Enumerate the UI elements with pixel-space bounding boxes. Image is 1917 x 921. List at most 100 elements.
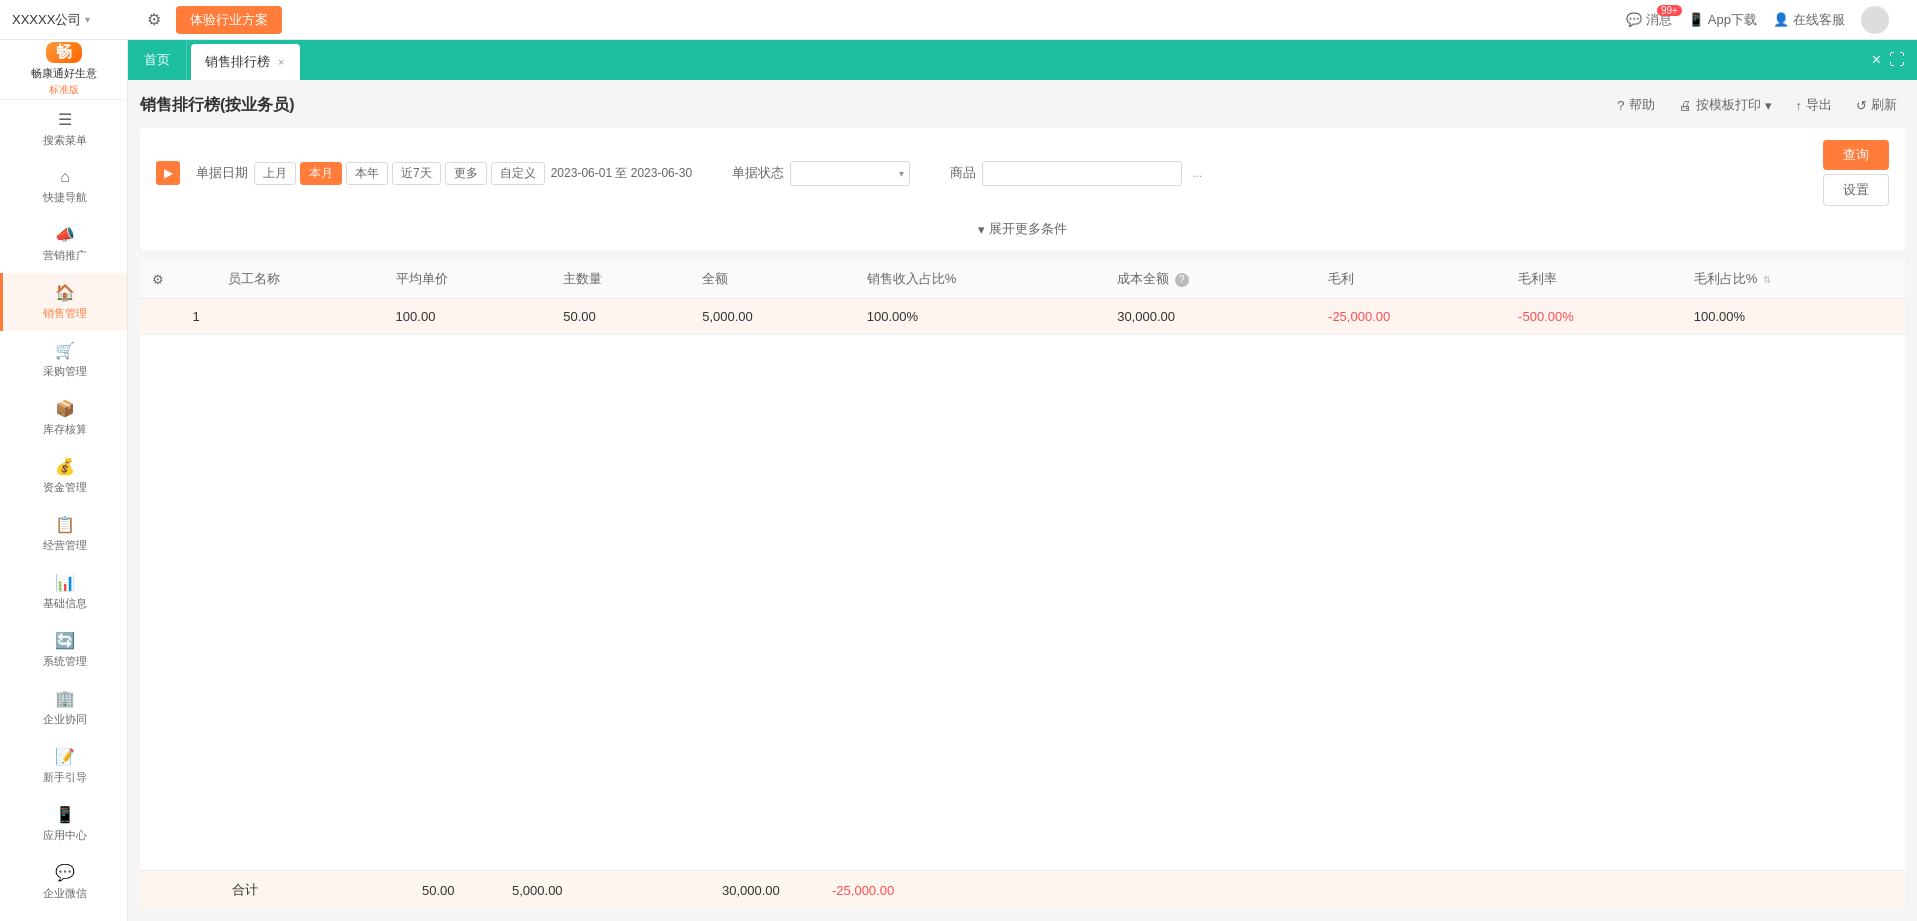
sidebar-item-guide[interactable]: 📝 新手引导 xyxy=(0,737,127,795)
sidebar-item-shortcuts[interactable]: ⌂ 快捷导航 xyxy=(0,158,127,215)
content-area: 首页 销售排行榜 × × ⛶ 销售排行榜(按业务员) ? 帮助 xyxy=(128,40,1917,921)
finance-icon: 💰 xyxy=(55,457,75,476)
enterprise-icon: 🏢 xyxy=(55,689,75,708)
message-button[interactable]: 💬 消息 99+ xyxy=(1626,11,1672,29)
date-label: 单据日期 xyxy=(196,164,248,182)
sidebar-item-member[interactable]: ◇ 畅会员 xyxy=(0,911,127,921)
row-gross-pct: 100.00% xyxy=(1682,299,1905,335)
data-table: ⚙ 员工名称 平均单价 主数量 全额 销售收入占比% 成本全额 ? xyxy=(140,260,1905,335)
status-filter: 单据状态 xyxy=(732,161,910,186)
marketing-icon: 📣 xyxy=(55,225,75,244)
tip-icon[interactable]: ? xyxy=(1175,273,1189,287)
sidebar-item-label: 新手引导 xyxy=(43,770,87,785)
table-empty-space xyxy=(140,335,1905,870)
sidebar-item-apps[interactable]: 📱 应用中心 xyxy=(0,795,127,853)
date-btn-last-month[interactable]: 上月 xyxy=(254,162,296,185)
tab-sales-ranking[interactable]: 销售排行榜 × xyxy=(191,44,300,80)
export-icon: ↑ xyxy=(1796,98,1803,113)
sidebar-item-label: 经营管理 xyxy=(43,538,87,553)
sales-icon: 🏠 xyxy=(55,283,75,302)
sidebar-item-operations[interactable]: 📋 经营管理 xyxy=(0,505,127,563)
date-btn-this-year[interactable]: 本年 xyxy=(346,162,388,185)
avatar[interactable] xyxy=(1861,6,1889,34)
expand-row: ▾ 展开更多条件 xyxy=(156,212,1889,238)
gear-icon[interactable]: ⚙ xyxy=(152,272,164,287)
column-settings-button[interactable]: 设置 xyxy=(1823,174,1889,206)
page-header: 销售排行榜(按业务员) ? 帮助 🖨 按模板打印 ▾ ↑ 导出 xyxy=(140,92,1905,118)
sidebar-item-finance[interactable]: 💰 资金管理 xyxy=(0,447,127,505)
col-gross: 毛利 xyxy=(1316,260,1506,299)
close-icon[interactable]: × xyxy=(276,54,286,70)
app-dl-label: App下载 xyxy=(1708,11,1757,29)
sidebar-item-sales[interactable]: 🏠 销售管理 xyxy=(0,273,127,331)
main-layout: 畅 畅康通好生意 标准版 ☰ 搜索菜单 ⌂ 快捷导航 📣 营销推广 🏠 销售管理… xyxy=(0,40,1917,921)
app-download-button[interactable]: 📱 App下载 xyxy=(1688,11,1757,29)
expand-more-button[interactable]: ▾ 展开更多条件 xyxy=(978,220,1067,238)
inventory-icon: 📦 xyxy=(55,399,75,418)
date-range: 2023-06-01 至 2023-06-30 xyxy=(551,165,692,182)
sidebar-item-base[interactable]: 📊 基础信息 xyxy=(0,563,127,621)
wechat-icon: 💬 xyxy=(55,863,75,882)
logo-text: 畅康通好生意 xyxy=(31,67,97,80)
top-bar-right: 💬 消息 99+ 📱 App下载 👤 在线客服 xyxy=(1626,6,1905,34)
row-settings xyxy=(140,299,176,335)
online-service-button[interactable]: 👤 在线客服 xyxy=(1773,11,1845,29)
date-btn-7days[interactable]: 近7天 xyxy=(392,162,441,185)
filter-toggle-button[interactable]: ▶ xyxy=(156,161,180,185)
col-quantity: 主数量 xyxy=(551,260,690,299)
logo-icon: 畅 xyxy=(46,42,82,63)
sidebar-item-label: 营销推广 xyxy=(43,248,87,263)
sidebar-item-label: 销售管理 xyxy=(43,306,87,321)
print-button[interactable]: 🖨 按模板打印 ▾ xyxy=(1671,92,1780,118)
query-button[interactable]: 查询 xyxy=(1823,140,1889,170)
sidebar-item-search[interactable]: ☰ 搜索菜单 xyxy=(0,100,127,158)
close-window-icon[interactable]: × xyxy=(1872,51,1881,69)
goods-filter: 商品 ... xyxy=(950,161,1206,186)
message-icon: 💬 xyxy=(1626,12,1642,27)
service-label: 在线客服 xyxy=(1793,11,1845,29)
col-gross-pct: 毛利占比% ⇅ xyxy=(1682,260,1905,299)
sidebar-item-wechat[interactable]: 💬 企业微信 xyxy=(0,853,127,911)
tab-bar: 首页 销售排行榜 × × ⛶ xyxy=(128,40,1917,80)
settings-icon[interactable]: ⚙ xyxy=(140,6,168,34)
row-gross: -25,000.00 xyxy=(1316,299,1506,335)
col-settings: ⚙ xyxy=(140,260,176,299)
tab-home[interactable]: 首页 xyxy=(128,40,187,80)
sidebar-item-enterprise[interactable]: 🏢 企业协同 xyxy=(0,679,127,737)
row-cost: 30,000.00 xyxy=(1105,299,1316,335)
trial-button[interactable]: 体验行业方案 xyxy=(176,6,282,34)
company-selector[interactable]: XXXXX公司 ▾ xyxy=(12,11,132,29)
date-btn-custom[interactable]: 自定义 xyxy=(491,162,545,185)
date-btn-this-month[interactable]: 本月 xyxy=(300,162,342,185)
sidebar-item-purchase[interactable]: 🛒 采购管理 xyxy=(0,331,127,389)
goods-input[interactable] xyxy=(982,161,1182,186)
print-label: 按模板打印 xyxy=(1696,96,1761,114)
goods-more-button[interactable]: ... xyxy=(1188,162,1206,184)
date-filter: 单据日期 上月 本月 本年 近7天 更多 自定义 2023-06-01 至 20… xyxy=(196,162,692,185)
refresh-button[interactable]: ↺ 刷新 xyxy=(1848,92,1905,118)
export-button[interactable]: ↑ 导出 xyxy=(1788,92,1841,118)
expand-icon[interactable]: ⛶ xyxy=(1889,51,1905,69)
footer-label: 合计 xyxy=(232,881,332,899)
refresh-label: 刷新 xyxy=(1871,96,1897,114)
sidebar-item-label: 企业微信 xyxy=(43,886,87,901)
sidebar-item-inventory[interactable]: 📦 库存核算 xyxy=(0,389,127,447)
date-btn-more[interactable]: 更多 xyxy=(445,162,487,185)
sort-icon[interactable]: ⇅ xyxy=(1763,274,1771,285)
help-button[interactable]: ? 帮助 xyxy=(1609,92,1662,118)
refresh-icon: ↺ xyxy=(1856,98,1867,113)
col-name: 员工名称 xyxy=(216,260,384,299)
filter-area: ▶ 单据日期 上月 本月 本年 近7天 更多 自定义 2023-06-01 至 … xyxy=(140,128,1905,250)
status-select[interactable] xyxy=(790,161,910,186)
sidebar-item-label: 采购管理 xyxy=(43,364,87,379)
export-label: 导出 xyxy=(1806,96,1832,114)
app-icon: 📱 xyxy=(1688,12,1704,27)
system-icon: 🔄 xyxy=(55,631,75,650)
help-label: 帮助 xyxy=(1629,96,1655,114)
table-body: 1 100.00 50.00 5,000.00 100.00% 30,000.0… xyxy=(140,299,1905,335)
sidebar-item-marketing[interactable]: 📣 营销推广 xyxy=(0,215,127,273)
footer-amount: 5,000.00 xyxy=(512,883,612,898)
purchase-icon: 🛒 xyxy=(55,341,75,360)
home-icon: ⌂ xyxy=(60,168,70,186)
sidebar-item-system[interactable]: 🔄 系统管理 xyxy=(0,621,127,679)
